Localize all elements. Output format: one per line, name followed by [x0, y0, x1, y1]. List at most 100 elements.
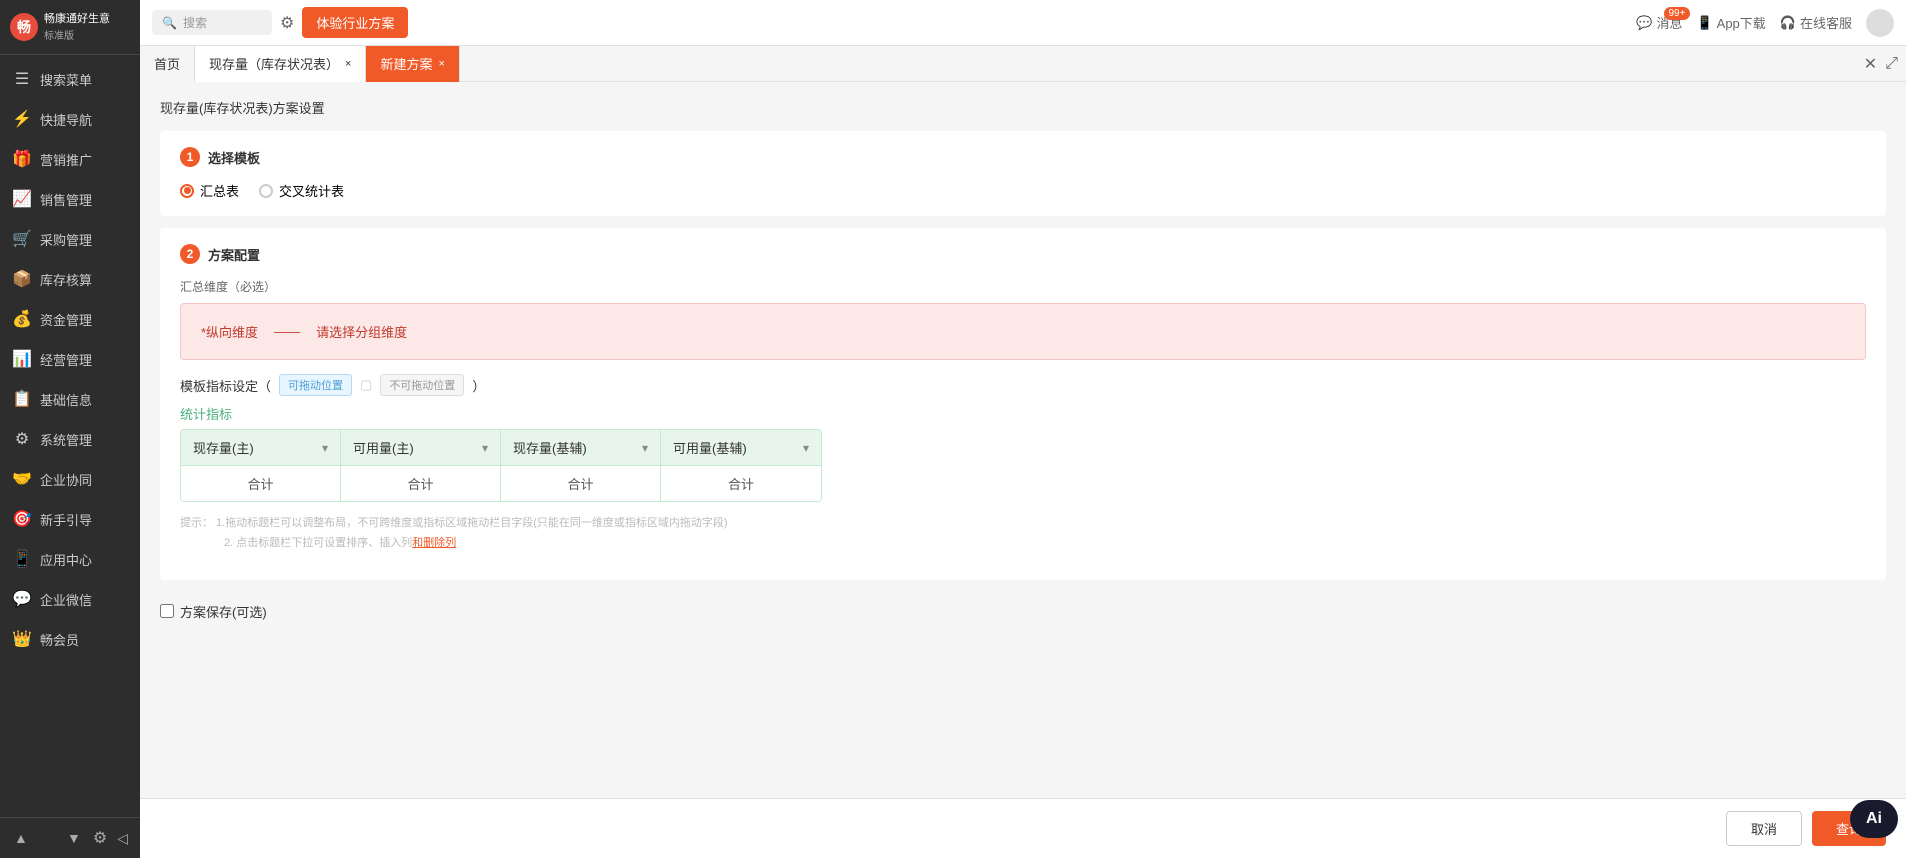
- stats-col-1[interactable]: 可用量(主) ▾: [341, 430, 501, 465]
- sidebar-item-member[interactable]: 👑 畅会员: [0, 619, 140, 659]
- stats-body-col-3: 合计: [661, 465, 821, 501]
- sidebar-footer: ▲ ▼ ⚙ ◁: [0, 817, 140, 858]
- tab-inventory-close[interactable]: ×: [345, 58, 351, 70]
- sidebar-item-operations[interactable]: 📊 经营管理: [0, 339, 140, 379]
- stats-section-title: 统计指标: [180, 404, 1866, 423]
- tab-new-scheme[interactable]: 新建方案 ×: [366, 46, 459, 82]
- stats-header-row: 现存量(主) ▾ 可用量(主) ▾ 现存量(基辅) ▾: [181, 430, 821, 465]
- settings-icon[interactable]: ⚙: [93, 828, 107, 848]
- vertical-dimension-label: *纵向维度: [201, 322, 258, 341]
- topbar-right: 💬 消息 99+ 📱 App下载 🎧 在线客服: [1636, 9, 1894, 37]
- stats-table: 现存量(主) ▾ 可用量(主) ▾ 现存量(基辅) ▾: [180, 429, 822, 502]
- dimension-area: *纵向维度 —— 请选择分组维度: [180, 303, 1866, 360]
- enterprise-icon: 🤝: [12, 469, 32, 489]
- sidebar-scroll-up[interactable]: ▲: [12, 828, 30, 848]
- radio-crosstab[interactable]: 交叉统计表: [259, 181, 344, 200]
- sidebar-label-quick-nav: 快捷导航: [40, 110, 92, 129]
- stats-col-3[interactable]: 可用量(基辅) ▾: [661, 430, 821, 465]
- search-area[interactable]: 🔍 搜索: [152, 10, 272, 35]
- industry-btn[interactable]: 体验行业方案: [302, 7, 408, 38]
- tip-link[interactable]: 和删除列: [412, 537, 456, 549]
- sidebar-item-inventory[interactable]: 📦 库存核算: [0, 259, 140, 299]
- step1-title: 选择模板: [208, 148, 260, 167]
- tab-inventory-status[interactable]: 现存量（库存状况表） ×: [195, 46, 366, 82]
- stats-body-col-0: 合计: [181, 465, 341, 501]
- sidebar-item-sales[interactable]: 📈 销售管理: [0, 179, 140, 219]
- sidebar-item-finance[interactable]: 💰 资金管理: [0, 299, 140, 339]
- tabs-controls: ✕ ⤢: [1864, 54, 1906, 74]
- tab-close-btn[interactable]: ✕: [1864, 54, 1877, 74]
- tab-home[interactable]: 首页: [140, 46, 195, 82]
- indicator-settings-label: 模板指标设定（ 可拖动位置 ▢ 不可拖动位置 ）: [180, 374, 1866, 396]
- sidebar-label-base-info: 基础信息: [40, 390, 92, 409]
- sidebar-label-system: 系统管理: [40, 430, 92, 449]
- stats-body-row: 合计 合计 合计 合计: [181, 465, 821, 501]
- sidebar-label-member: 畅会员: [40, 630, 79, 649]
- sidebar-item-search-menu[interactable]: ☰ 搜索菜单: [0, 59, 140, 99]
- app-download-btn[interactable]: 📱 App下载: [1696, 13, 1765, 32]
- collapse-icon[interactable]: ◁: [117, 830, 128, 847]
- wechat-icon: 💬: [12, 589, 32, 609]
- purchase-icon: 🛒: [12, 229, 32, 249]
- service-icon: 🎧: [1780, 15, 1796, 31]
- step2-header: 2 方案配置: [180, 244, 1866, 264]
- stats-col-1-arrow[interactable]: ▾: [482, 441, 488, 455]
- vertical-dimension-row: *纵向维度 —— 请选择分组维度: [201, 322, 1845, 341]
- sidebar-item-marketing[interactable]: 🎁 营销推广: [0, 139, 140, 179]
- dimension-placeholder[interactable]: 请选择分组维度: [316, 322, 407, 341]
- sidebar-item-system[interactable]: ⚙ 系统管理: [0, 419, 140, 459]
- sidebar-item-quick-nav[interactable]: ⚡ 快捷导航: [0, 99, 140, 139]
- sidebar-item-wechat[interactable]: 💬 企业微信: [0, 579, 140, 619]
- gear-icon[interactable]: ⚙: [280, 13, 294, 33]
- sidebar-item-purchase[interactable]: 🛒 采购管理: [0, 219, 140, 259]
- stats-col-0-arrow[interactable]: ▾: [322, 441, 328, 455]
- stats-col-0[interactable]: 现存量(主) ▾: [181, 430, 341, 465]
- inventory-icon: 📦: [12, 269, 32, 289]
- step1-badge: 1: [180, 147, 200, 167]
- stats-col-2-arrow[interactable]: ▾: [642, 441, 648, 455]
- step2-badge: 2: [180, 244, 200, 264]
- save-option: 方案保存(可选): [160, 592, 1886, 631]
- stats-col-2[interactable]: 现存量(基辅) ▾: [501, 430, 661, 465]
- tabs-bar: 首页 现存量（库存状况表） × 新建方案 × ✕ ⤢: [140, 46, 1906, 82]
- marketing-icon: 🎁: [12, 149, 32, 169]
- cancel-button[interactable]: 取消: [1726, 811, 1802, 846]
- sidebar-item-newbie[interactable]: 🎯 新手引导: [0, 499, 140, 539]
- stats-col-1-label: 可用量(主): [353, 438, 414, 457]
- message-icon: 💬: [1636, 15, 1652, 31]
- indicator-label-sep: ▢: [360, 377, 372, 393]
- unmovable-badge: 不可拖动位置: [380, 374, 464, 396]
- template-options: 汇总表 交叉统计表: [180, 181, 1866, 200]
- sidebar-label-newbie: 新手引导: [40, 510, 92, 529]
- page-title: 现存量(库存状况表)方案设置: [160, 98, 1886, 117]
- app-version: 标准版: [44, 27, 110, 42]
- messages-btn[interactable]: 💬 消息 99+: [1636, 13, 1682, 32]
- stats-body-col-1-label: 合计: [407, 474, 433, 493]
- ai-bubble[interactable]: Ai: [1850, 800, 1898, 838]
- finance-icon: 💰: [12, 309, 32, 329]
- sidebar-label-search-menu: 搜索菜单: [40, 70, 92, 89]
- stats-col-3-arrow[interactable]: ▾: [803, 441, 809, 455]
- search-icon: 🔍: [162, 16, 177, 30]
- stats-section: 统计指标 现存量(主) ▾ 可用量(主) ▾: [180, 404, 1866, 502]
- stats-col-2-label: 现存量(基辅): [513, 438, 587, 457]
- radio-crosstab-circle: [259, 184, 273, 198]
- tab-maximize-btn[interactable]: ⤢: [1885, 55, 1898, 73]
- sidebar-scroll-down[interactable]: ▼: [65, 828, 83, 848]
- operations-icon: 📊: [12, 349, 32, 369]
- sidebar-item-enterprise[interactable]: 🤝 企业协同: [0, 459, 140, 499]
- sidebar-item-app-center[interactable]: 📱 应用中心: [0, 539, 140, 579]
- indicator-settings: 模板指标设定（ 可拖动位置 ▢ 不可拖动位置 ） 统计指标 现存量(主) ▾: [180, 374, 1866, 502]
- save-checkbox[interactable]: [160, 604, 174, 618]
- user-avatar[interactable]: [1866, 9, 1894, 37]
- radio-summary[interactable]: 汇总表: [180, 181, 239, 200]
- indicator-label-text: 模板指标设定（: [180, 376, 271, 395]
- radio-summary-label: 汇总表: [200, 181, 239, 200]
- online-service-btn[interactable]: 🎧 在线客服: [1780, 13, 1852, 32]
- base-info-icon: 📋: [12, 389, 32, 409]
- stats-body-col-1: 合计: [341, 465, 501, 501]
- content-area: 现存量(库存状况表)方案设置 1 选择模板 汇总表 交叉统计表 2: [140, 82, 1906, 798]
- tab-new-close[interactable]: ×: [438, 58, 444, 70]
- tips-area: 提示： 1.拖动标题栏可以调整布局，不可跨维度或指标区域拖动栏目字段(只能在同一…: [180, 514, 1866, 554]
- sidebar-item-base-info[interactable]: 📋 基础信息: [0, 379, 140, 419]
